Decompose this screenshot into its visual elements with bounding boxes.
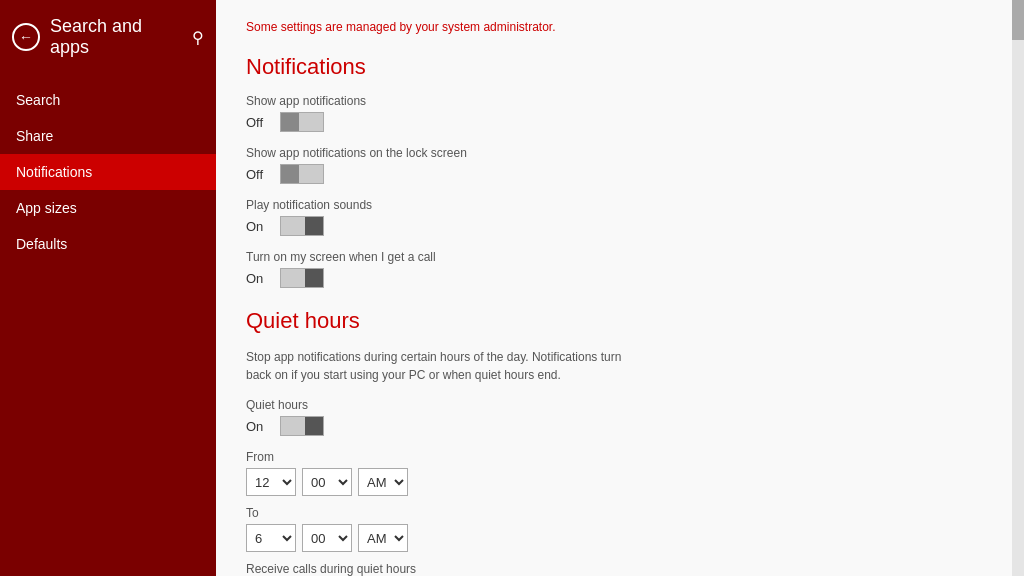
admin-notice: Some settings are managed by your system… (246, 20, 994, 34)
screen-call-toggle[interactable] (280, 268, 324, 288)
scrollbar[interactable] (1012, 0, 1024, 576)
from-min-select[interactable]: 00153045 (302, 468, 352, 496)
sidebar-title: Search and apps (50, 16, 182, 58)
to-min-select[interactable]: 00153045 (302, 524, 352, 552)
screen-call-knob (305, 269, 323, 287)
quiet-hours-toggle-row: Quiet hours On (246, 398, 994, 436)
sidebar-header: ← Search and apps ⚲ (0, 0, 216, 74)
play-sounds-state: On (246, 219, 270, 234)
play-sounds-toggle[interactable] (280, 216, 324, 236)
to-label: To (246, 506, 994, 520)
quiet-hours-knob (305, 417, 323, 435)
setting-play-sounds: Play notification sounds On (246, 198, 994, 236)
to-ampm-select[interactable]: AMPM (358, 524, 408, 552)
sidebar-item-search[interactable]: Search (0, 82, 216, 118)
quiet-hours-section-title: Quiet hours (246, 308, 994, 334)
show-app-notif-state: Off (246, 115, 270, 130)
from-ampm-select[interactable]: AMPM (358, 468, 408, 496)
sidebar-item-notifications[interactable]: Notifications (0, 154, 216, 190)
screen-call-state: On (246, 271, 270, 286)
quiet-hours-desc: Stop app notifications during certain ho… (246, 348, 626, 384)
lock-screen-toggle[interactable] (280, 164, 324, 184)
show-app-notif-toggle[interactable] (280, 112, 324, 132)
screen-call-label: Turn on my screen when I get a call (246, 250, 994, 264)
setting-show-app-notif: Show app notifications Off (246, 94, 994, 132)
setting-receive-calls: Receive calls during quiet hours On (246, 562, 994, 576)
play-sounds-label: Play notification sounds (246, 198, 994, 212)
from-dropdowns: 12123 4567 891011 00153045 AMPM (246, 468, 994, 496)
to-dropdowns: 12123 4567 891011 00153045 AMPM (246, 524, 994, 552)
scrollbar-thumb[interactable] (1012, 0, 1024, 40)
notifications-section-title: Notifications (246, 54, 994, 80)
search-icon-button[interactable]: ⚲ (192, 28, 204, 47)
from-row: From 12123 4567 891011 00153045 AMPM (246, 450, 994, 496)
sidebar-item-defaults[interactable]: Defaults (0, 226, 216, 262)
to-hour-select[interactable]: 12123 4567 891011 (246, 524, 296, 552)
lock-screen-state: Off (246, 167, 270, 182)
to-row: To 12123 4567 891011 00153045 AMPM (246, 506, 994, 552)
sidebar-item-share[interactable]: Share (0, 118, 216, 154)
sidebar: ← Search and apps ⚲ Search Share Notific… (0, 0, 216, 576)
setting-screen-call: Turn on my screen when I get a call On (246, 250, 994, 288)
from-label: From (246, 450, 994, 464)
setting-show-app-notif-label: Show app notifications (246, 94, 994, 108)
lock-screen-label: Show app notifications on the lock scree… (246, 146, 994, 160)
show-app-notif-knob (281, 113, 299, 131)
sidebar-item-app-sizes[interactable]: App sizes (0, 190, 216, 226)
receive-calls-label: Receive calls during quiet hours (246, 562, 994, 576)
quiet-hours-label: Quiet hours (246, 398, 994, 412)
play-sounds-knob (305, 217, 323, 235)
lock-screen-knob (281, 165, 299, 183)
quiet-hours-toggle[interactable] (280, 416, 324, 436)
quiet-hours-state: On (246, 419, 270, 434)
back-button[interactable]: ← (12, 23, 40, 51)
setting-lock-screen: Show app notifications on the lock scree… (246, 146, 994, 184)
sidebar-nav: Search Share Notifications App sizes Def… (0, 82, 216, 262)
from-hour-select[interactable]: 12123 4567 891011 (246, 468, 296, 496)
main-content: Some settings are managed by your system… (216, 0, 1024, 576)
